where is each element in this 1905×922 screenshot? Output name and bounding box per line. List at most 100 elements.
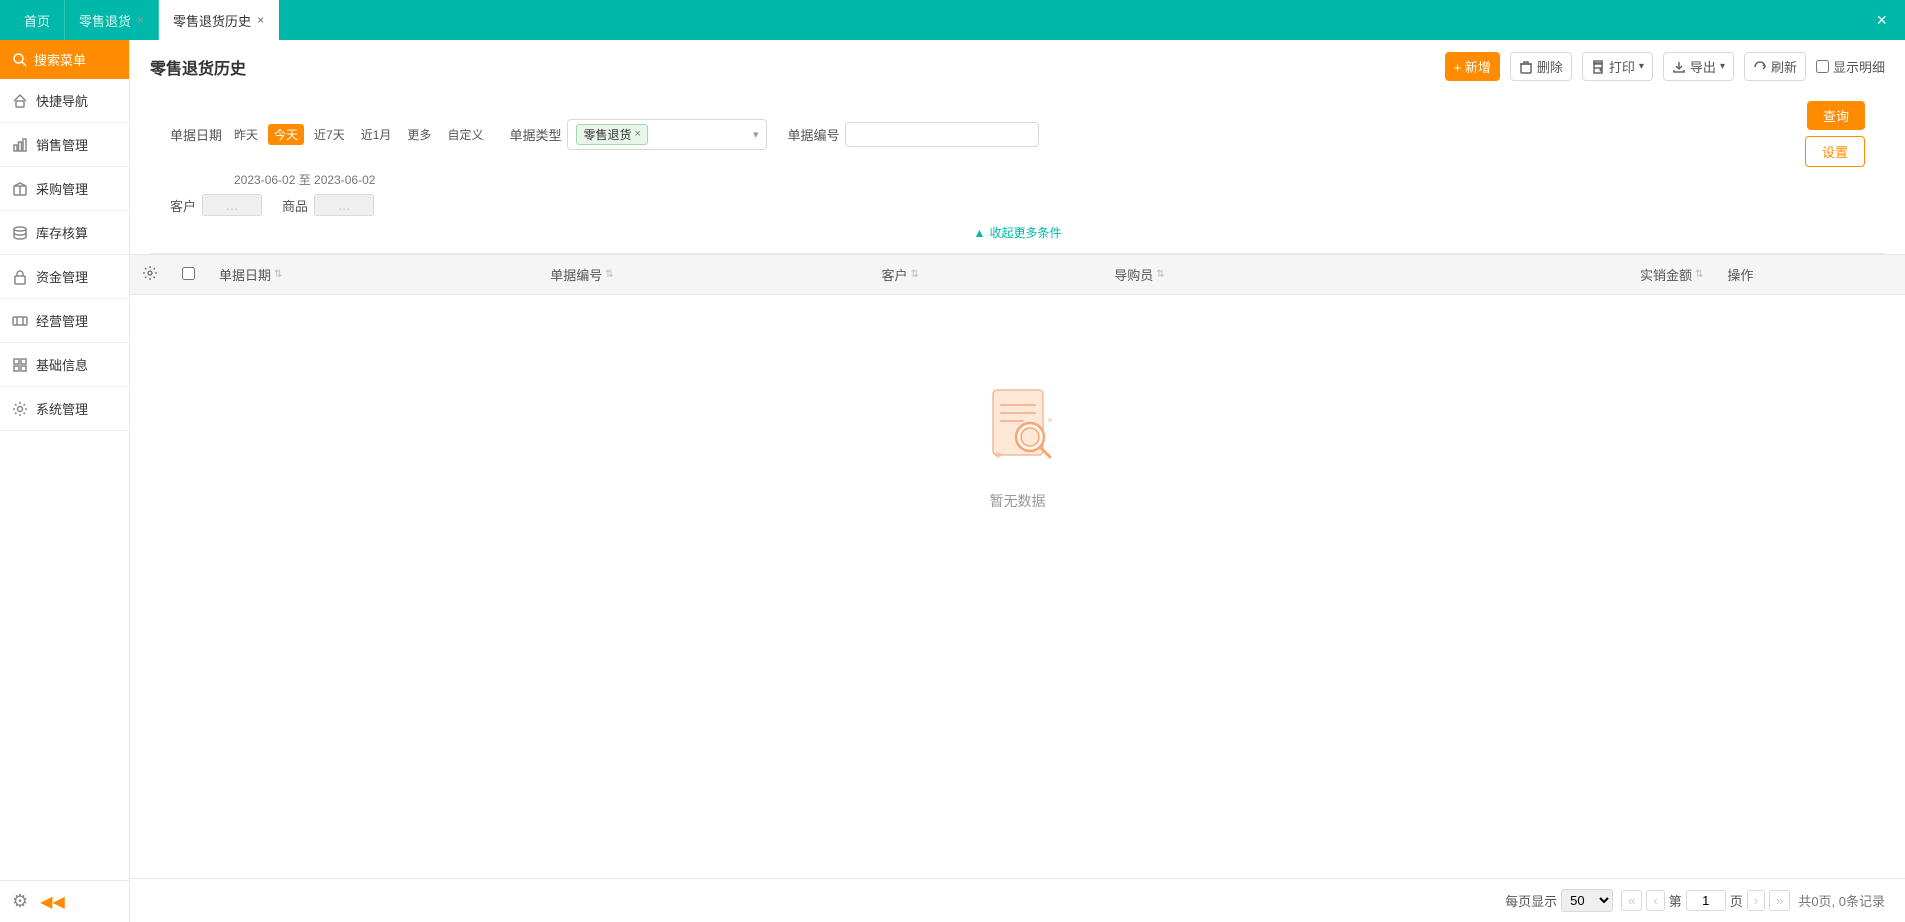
date-btn-7days[interactable]: 近7天 <box>308 124 351 145</box>
th-action: 操作 <box>1715 255 1905 295</box>
customer-filter: 客户 ... <box>170 194 262 216</box>
customer-label: 客户 <box>170 196 196 215</box>
sidebar-item-operation[interactable]: 经营管理 <box>0 299 129 343</box>
data-table-container: 单据日期 ⇅ 单据编号 ⇅ <box>130 255 1905 878</box>
th-amount[interactable]: 实销金额 ⇅ <box>1384 255 1715 295</box>
goods-label: 商品 <box>282 196 308 215</box>
filter-row-1: 单据日期 昨天 今天 近7天 近1月 更多 自定义 <box>170 101 1865 167</box>
page-section-label: 第 <box>1669 891 1682 910</box>
tab-retail-return[interactable]: 零售退货 × <box>65 0 159 40</box>
th-amount-label: 实销金额 <box>1640 265 1692 284</box>
date-btn-today[interactable]: 今天 <box>268 124 304 145</box>
page-number-input[interactable] <box>1686 890 1726 911</box>
th-customer[interactable]: 客户 ⇅ <box>870 255 1103 295</box>
sidebar-search[interactable]: 搜索菜单 <box>0 40 129 79</box>
select-all-checkbox[interactable] <box>182 267 195 280</box>
sidebar-item-operation-label: 经营管理 <box>36 311 88 330</box>
table-header: 单据日期 ⇅ 单据编号 ⇅ <box>130 255 1905 295</box>
th-doc-date[interactable]: 单据日期 ⇅ <box>207 255 538 295</box>
window-close-button[interactable]: × <box>1868 10 1895 31</box>
lock-icon <box>12 269 28 285</box>
display-detail-checkbox[interactable] <box>1816 60 1829 73</box>
display-detail-checkbox-container[interactable]: 显示明细 <box>1816 57 1885 76</box>
display-detail-label: 显示明细 <box>1833 57 1885 76</box>
first-page-button[interactable]: « <box>1621 890 1642 911</box>
sidebar-item-finance[interactable]: 资金管理 <box>0 255 129 299</box>
next-page-button[interactable]: › <box>1747 890 1765 911</box>
th-settings[interactable] <box>130 255 170 295</box>
date-filter-label: 单据日期 <box>170 125 222 144</box>
date-btn-more[interactable]: 更多 <box>401 124 437 145</box>
date-btn-1month[interactable]: 近1月 <box>355 124 398 145</box>
export-icon <box>1672 60 1686 74</box>
doc-type-dropdown-arrow: ▾ <box>753 128 759 141</box>
refresh-label: 刷新 <box>1771 57 1797 76</box>
goods-filter: 商品 ... <box>282 194 374 216</box>
operation-icon <box>12 313 28 329</box>
tab-retail-return-label: 零售退货 <box>79 11 131 30</box>
customer-input[interactable]: ... <box>202 194 262 216</box>
th-checkbox[interactable] <box>170 255 207 295</box>
doc-type-select[interactable]: 零售退货 × ▾ <box>567 119 767 150</box>
pagination-bar: 每页显示 50 100 200 « ‹ 第 页 › » 共0页, 0条记 <box>130 878 1905 922</box>
tab-home[interactable]: 首页 <box>10 0 65 40</box>
sidebar-item-system[interactable]: 系统管理 <box>0 387 129 431</box>
th-guide[interactable]: 导购员 ⇅ <box>1102 255 1384 295</box>
collapse-button[interactable]: ▲ 收起更多条件 <box>170 224 1865 241</box>
export-label: 导出 <box>1690 57 1716 76</box>
page-size-select[interactable]: 50 100 200 <box>1561 889 1613 912</box>
grid-icon <box>12 357 28 373</box>
top-bar: 首页 零售退货 × 零售退货历史 × × <box>0 0 1905 40</box>
sidebar-item-sales[interactable]: 销售管理 <box>0 123 129 167</box>
box-icon <box>12 181 28 197</box>
content-area: 零售退货历史 + 新增 删除 <box>130 40 1905 922</box>
sidebar-item-purchase[interactable]: 采购管理 <box>0 167 129 211</box>
tab-retail-return-history-close[interactable]: × <box>257 13 264 27</box>
doc-number-label: 单据编号 <box>787 125 839 144</box>
empty-state-icon <box>968 375 1068 475</box>
storage-icon <box>12 225 28 241</box>
tab-retail-return-close[interactable]: × <box>137 13 144 27</box>
delete-button[interactable]: 删除 <box>1510 52 1572 81</box>
print-label: 打印 <box>1609 57 1635 76</box>
empty-state: 暂无数据 <box>130 295 1905 591</box>
doc-type-tag-close[interactable]: × <box>634 128 640 140</box>
sidebar-item-inventory[interactable]: 库存核算 <box>0 211 129 255</box>
doc-type-label: 单据类型 <box>509 125 561 144</box>
volume-icon[interactable]: ◀◀ <box>40 892 65 912</box>
date-btn-custom[interactable]: 自定义 <box>441 124 489 145</box>
settings-icon[interactable]: ⚙ <box>12 891 28 912</box>
collapse-icon: ▲ <box>974 226 986 240</box>
th-doc-number[interactable]: 单据编号 ⇅ <box>538 255 869 295</box>
doc-number-input[interactable] <box>845 122 1039 147</box>
sidebar-bottom: ⚙ ◀◀ <box>0 880 129 922</box>
query-button[interactable]: 查询 <box>1807 101 1865 130</box>
filter-row-2: 客户 ... 商品 ... <box>170 194 1865 216</box>
refresh-button[interactable]: 刷新 <box>1744 52 1806 81</box>
goods-input[interactable]: ... <box>314 194 374 216</box>
toolbar: + 新增 删除 <box>1445 52 1885 81</box>
print-dropdown-icon: ▾ <box>1639 61 1644 72</box>
delete-icon <box>1519 60 1533 74</box>
doc-number-filter: 单据编号 <box>787 122 1039 147</box>
page-size-container: 每页显示 50 100 200 <box>1505 889 1613 912</box>
total-info: 共0页, 0条记录 <box>1798 891 1885 910</box>
sidebar-item-quick-nav-label: 快捷导航 <box>36 91 88 110</box>
table-body: 暂无数据 <box>130 295 1905 592</box>
last-page-button[interactable]: » <box>1769 890 1790 911</box>
sidebar-item-inventory-label: 库存核算 <box>36 223 88 242</box>
new-button[interactable]: + 新增 <box>1445 52 1500 81</box>
tab-retail-return-history[interactable]: 零售退货历史 × <box>159 0 279 40</box>
page-size-label: 每页显示 <box>1505 891 1557 910</box>
th-doc-date-label: 单据日期 <box>219 265 271 284</box>
sidebar-item-basic-info[interactable]: 基础信息 <box>0 343 129 387</box>
table-settings-icon[interactable] <box>142 265 158 281</box>
export-button[interactable]: 导出 ▾ <box>1663 52 1734 81</box>
tab-retail-return-history-label: 零售退货历史 <box>173 11 251 30</box>
prev-page-button[interactable]: ‹ <box>1646 890 1664 911</box>
sidebar-item-basic-info-label: 基础信息 <box>36 355 88 374</box>
set-button[interactable]: 设置 <box>1805 136 1865 167</box>
sidebar-item-quick-nav[interactable]: 快捷导航 <box>0 79 129 123</box>
date-btn-yesterday[interactable]: 昨天 <box>228 124 264 145</box>
print-button[interactable]: 打印 ▾ <box>1582 52 1653 81</box>
